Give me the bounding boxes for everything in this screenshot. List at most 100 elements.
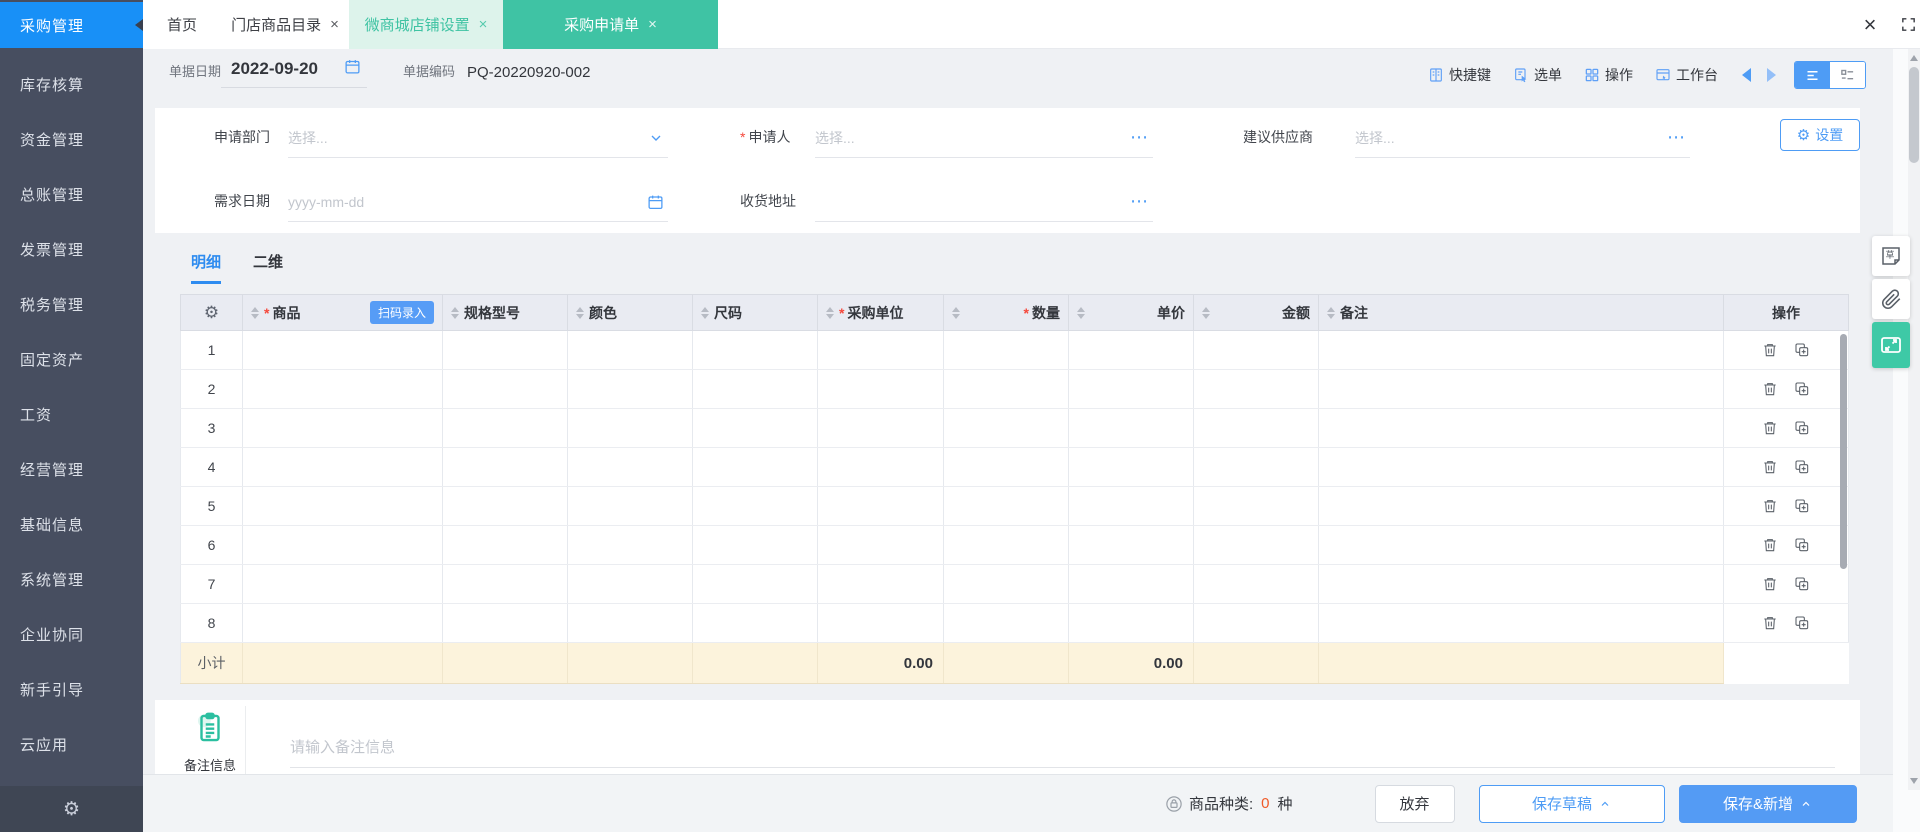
- close-icon[interactable]: ×: [1853, 0, 1887, 49]
- copy-row-button[interactable]: [1794, 576, 1810, 592]
- toolbar-grid-button[interactable]: 操作: [1584, 65, 1633, 85]
- cell[interactable]: [817, 408, 944, 448]
- applicant-input[interactable]: 选择... ⋯: [815, 118, 1153, 158]
- sort-icon[interactable]: [1327, 306, 1335, 319]
- doc-date-field[interactable]: 2022-09-20: [221, 58, 367, 88]
- cell[interactable]: [1068, 408, 1194, 448]
- cell[interactable]: [943, 525, 1069, 565]
- cell[interactable]: [442, 447, 568, 487]
- nav-forward-icon[interactable]: [1767, 68, 1776, 82]
- chevron-down-icon[interactable]: [648, 130, 664, 146]
- cell[interactable]: [1318, 330, 1724, 370]
- delete-row-button[interactable]: [1762, 342, 1778, 358]
- need-date-input[interactable]: yyyy-mm-dd: [288, 182, 668, 222]
- cell[interactable]: [1193, 486, 1319, 526]
- nav-back-icon[interactable]: [1742, 68, 1751, 82]
- cell[interactable]: [1193, 408, 1319, 448]
- cell[interactable]: [242, 564, 443, 604]
- toolbar-shortcut-button[interactable]: 快捷键: [1428, 65, 1491, 85]
- sidebar-item[interactable]: 发票管理: [0, 222, 143, 277]
- cell[interactable]: [817, 486, 944, 526]
- cell[interactable]: [1068, 525, 1194, 565]
- scan-input-button[interactable]: 扫码录入: [369, 301, 434, 324]
- cell[interactable]: [1193, 369, 1319, 409]
- fullscreen-icon[interactable]: [1891, 0, 1920, 49]
- cell[interactable]: [242, 369, 443, 409]
- column-header-数量[interactable]: * 数量: [943, 294, 1069, 331]
- copy-row-button[interactable]: [1794, 537, 1810, 553]
- cell[interactable]: [1068, 603, 1194, 643]
- cell[interactable]: [1318, 603, 1724, 643]
- sidebar-item[interactable]: 工资: [0, 387, 143, 442]
- cell[interactable]: [1318, 447, 1724, 487]
- cell[interactable]: [943, 330, 1069, 370]
- cell[interactable]: [567, 330, 693, 370]
- cell[interactable]: [817, 330, 944, 370]
- cell[interactable]: [242, 447, 443, 487]
- cell[interactable]: [1318, 369, 1724, 409]
- cell[interactable]: [442, 486, 568, 526]
- expand-button[interactable]: [1872, 322, 1910, 368]
- cell[interactable]: [1068, 369, 1194, 409]
- sidebar-item[interactable]: 税务管理: [0, 277, 143, 332]
- calendar-icon[interactable]: [647, 193, 664, 210]
- tab-首页[interactable]: 首页: [143, 0, 221, 49]
- cell[interactable]: [1318, 564, 1724, 604]
- cell[interactable]: [442, 408, 568, 448]
- cell[interactable]: [943, 447, 1069, 487]
- cell[interactable]: [567, 564, 693, 604]
- sidebar-item[interactable]: 基础信息: [0, 497, 143, 552]
- cell[interactable]: [1068, 447, 1194, 487]
- ellipsis-picker-icon[interactable]: ⋯: [1130, 192, 1149, 210]
- cell[interactable]: [817, 369, 944, 409]
- cell[interactable]: [943, 486, 1069, 526]
- copy-row-button[interactable]: [1794, 381, 1810, 397]
- sidebar-item[interactable]: 资金管理: [0, 112, 143, 167]
- cell[interactable]: [1318, 525, 1724, 565]
- cell[interactable]: [1193, 330, 1319, 370]
- settings-button[interactable]: ⚙ 设置: [1780, 119, 1860, 151]
- sort-icon[interactable]: [826, 306, 834, 319]
- draft-box-button[interactable]: 草: [1872, 236, 1910, 276]
- copy-row-button[interactable]: [1794, 498, 1810, 514]
- detail-tab-二维[interactable]: 二维: [253, 251, 283, 284]
- cell[interactable]: [817, 525, 944, 565]
- sidebar-item[interactable]: 固定资产: [0, 332, 143, 387]
- list-view-button[interactable]: [1795, 62, 1830, 88]
- cell[interactable]: [692, 486, 818, 526]
- delete-row-button[interactable]: [1762, 537, 1778, 553]
- sort-icon[interactable]: [952, 306, 960, 319]
- sidebar-item[interactable]: 经营管理: [0, 442, 143, 497]
- cell[interactable]: [442, 330, 568, 370]
- cell[interactable]: [692, 330, 818, 370]
- tab-采购申请单[interactable]: 采购申请单 ×: [503, 0, 718, 49]
- delete-row-button[interactable]: [1762, 420, 1778, 436]
- save-and-new-button[interactable]: 保存&新增: [1678, 784, 1857, 823]
- copy-row-button[interactable]: [1794, 420, 1810, 436]
- cell[interactable]: [1193, 603, 1319, 643]
- column-header-颜色[interactable]: 颜色: [567, 294, 693, 331]
- sidebar-item[interactable]: 总账管理: [0, 167, 143, 222]
- column-header-规格型号[interactable]: 规格型号: [442, 294, 568, 331]
- cell[interactable]: [943, 603, 1069, 643]
- cell[interactable]: [692, 564, 818, 604]
- sort-icon[interactable]: [1202, 306, 1210, 319]
- cell[interactable]: [1068, 564, 1194, 604]
- cell[interactable]: [242, 486, 443, 526]
- sort-icon[interactable]: [576, 306, 584, 319]
- copy-row-button[interactable]: [1794, 459, 1810, 475]
- delete-row-button[interactable]: [1762, 459, 1778, 475]
- apply-department-input[interactable]: 选择...: [288, 118, 668, 158]
- scroll-down-icon[interactable]: [1910, 778, 1918, 784]
- delete-row-button[interactable]: [1762, 498, 1778, 514]
- settings-gear-icon[interactable]: ⚙: [63, 798, 80, 820]
- cell[interactable]: [567, 408, 693, 448]
- tab-close-icon[interactable]: ×: [330, 16, 339, 33]
- sidebar-item[interactable]: 库存核算: [0, 57, 143, 112]
- cell[interactable]: [1193, 525, 1319, 565]
- cell[interactable]: [1068, 486, 1194, 526]
- column-header-单价[interactable]: 单价: [1068, 294, 1194, 331]
- scroll-up-icon[interactable]: [1910, 55, 1918, 61]
- cell[interactable]: [817, 447, 944, 487]
- sort-icon[interactable]: [701, 306, 709, 319]
